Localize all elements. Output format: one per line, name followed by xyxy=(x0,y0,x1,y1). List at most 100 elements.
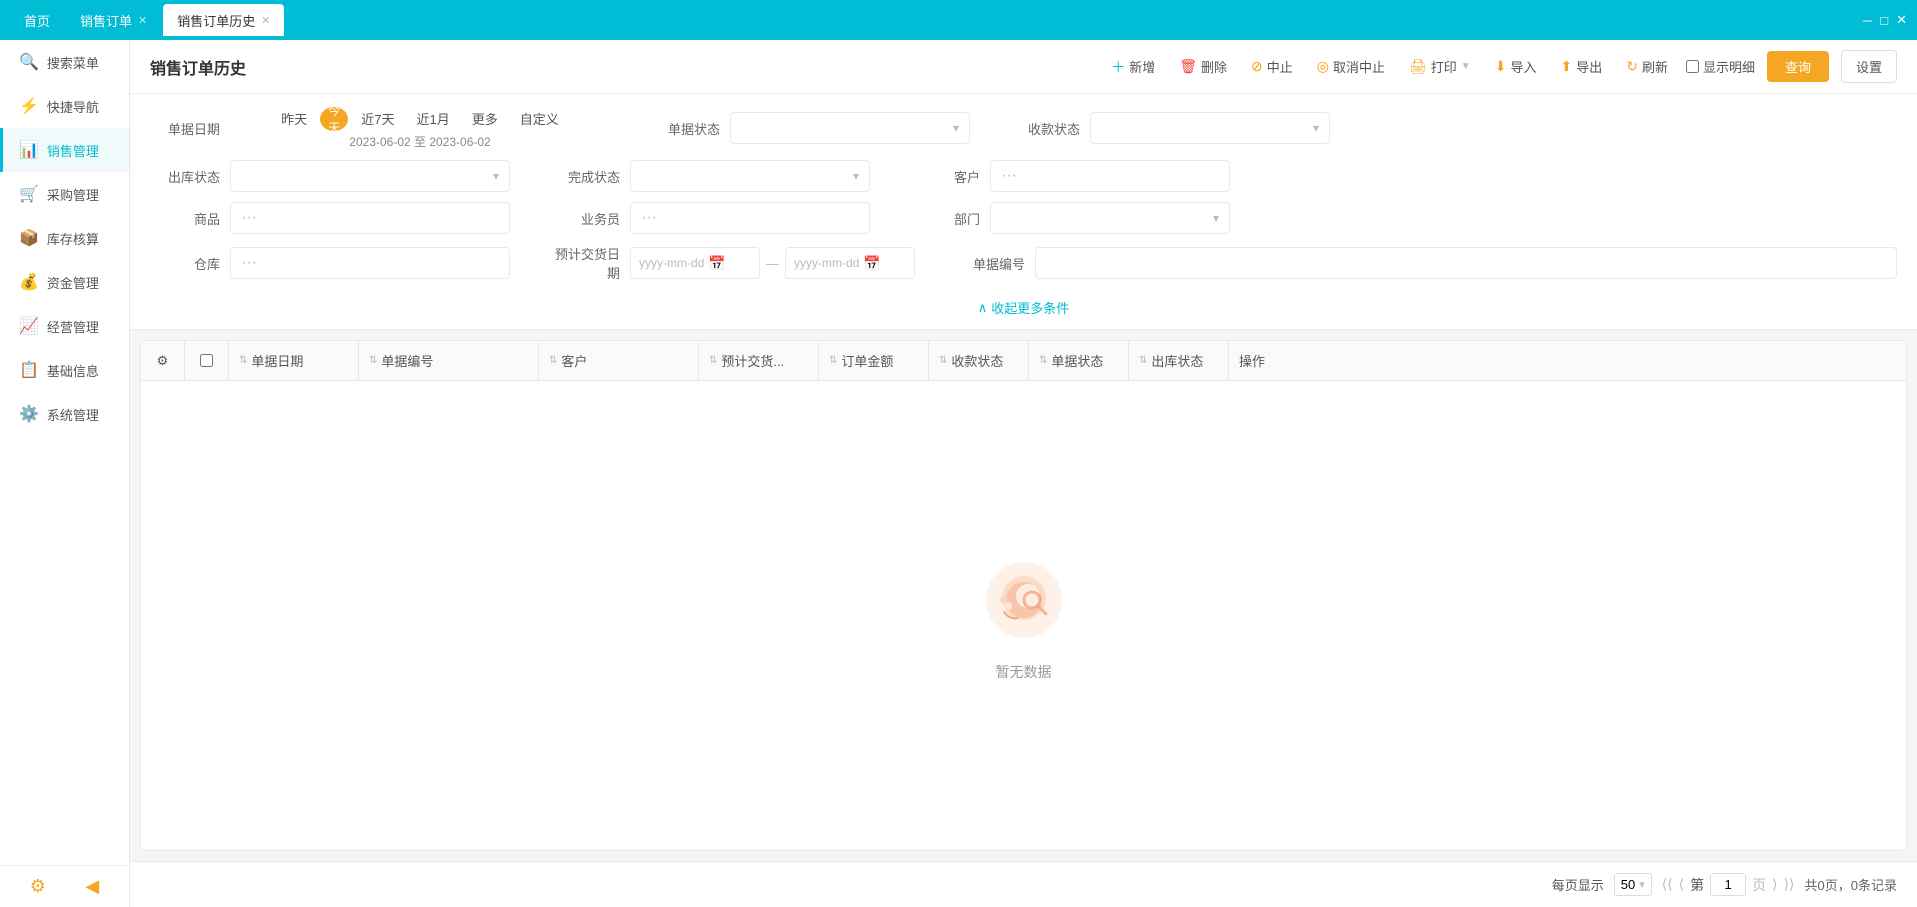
print-button[interactable]: 🖨 打印 ▼ xyxy=(1403,53,1477,80)
th-customer[interactable]: ⇅ 客户 xyxy=(539,341,699,380)
th-order-no-label: 单据编号 xyxy=(381,351,433,370)
search-menu-icon: 🔍 xyxy=(19,52,39,72)
minimize-icon[interactable]: ─ xyxy=(1863,13,1872,28)
sidebar-settings-icon[interactable]: ⚙ xyxy=(30,876,46,897)
cancel-stop-label: 取消中止 xyxy=(1333,57,1385,76)
th-amount[interactable]: ⇅ 订单金额 xyxy=(819,341,929,380)
display-detail-checkbox[interactable] xyxy=(1686,60,1699,73)
date-more[interactable]: 更多 xyxy=(463,106,507,131)
sidebar-item-purchase-mgmt-label: 采购管理 xyxy=(47,185,99,204)
th-payment-status[interactable]: ⇅ 收款状态 xyxy=(929,341,1029,380)
date-last7[interactable]: 近7天 xyxy=(352,106,403,131)
th-action-label: 操作 xyxy=(1239,351,1265,370)
sidebar-item-operations[interactable]: 📈 经营管理 xyxy=(0,304,129,348)
last-page-icon[interactable]: ⟩⟩ xyxy=(1784,876,1795,893)
sidebar-item-sales-mgmt[interactable]: 📊 销售管理 xyxy=(0,128,129,172)
export-icon: ⬆ xyxy=(1560,58,1572,75)
page-size-select[interactable]: 50 ▾ xyxy=(1614,873,1652,896)
warehouse-status-select[interactable]: ▾ xyxy=(230,160,510,192)
new-button[interactable]: ＋ 新增 xyxy=(1105,53,1161,81)
import-icon: ⬇ xyxy=(1495,58,1507,75)
warehouse-status-chevron-icon: ▾ xyxy=(493,169,499,183)
calendar-from-icon: 📅 xyxy=(708,255,725,272)
stop-button[interactable]: ⊘ 中止 xyxy=(1245,53,1299,80)
export-button[interactable]: ⬆ 导出 xyxy=(1554,53,1608,80)
salesperson-input[interactable]: ··· xyxy=(630,202,870,234)
filter-area: 单据日期 昨天 今天 近7天 近1月 更多 自定义 2023-06-02 至 2… xyxy=(130,94,1917,330)
date-custom[interactable]: 自定义 xyxy=(511,106,568,131)
delete-button[interactable]: 🗑 删除 xyxy=(1173,53,1233,80)
sidebar-item-inventory[interactable]: 📦 库存核算 xyxy=(0,216,129,260)
th-date[interactable]: ⇅ 单据日期 xyxy=(229,341,359,380)
sidebar-item-finance[interactable]: 💰 资金管理 xyxy=(0,260,129,304)
tab-sales-order-history[interactable]: 销售订单历史 ✕ xyxy=(163,4,284,36)
cancel-stop-button[interactable]: ◎ 取消中止 xyxy=(1311,53,1391,80)
warehouse-input[interactable]: ··· xyxy=(230,247,510,279)
sidebar-item-quick-nav[interactable]: ⚡ 快捷导航 xyxy=(0,84,129,128)
complete-status-select[interactable]: ▾ xyxy=(630,160,870,192)
customer-input[interactable]: ··· xyxy=(990,160,1230,192)
delivery-date-to[interactable]: yyyy-mm-dd 📅 xyxy=(785,247,915,279)
prev-page-icon[interactable]: ⟨ xyxy=(1679,876,1684,893)
th-warehouse-status[interactable]: ⇅ 出库状态 xyxy=(1129,341,1229,380)
display-detail-checkbox-label[interactable]: 显示明细 xyxy=(1686,57,1755,76)
tab-sales-order[interactable]: 销售订单 ✕ xyxy=(66,4,161,36)
empty-state: 暂无数据 xyxy=(974,550,1074,682)
table-body: 暂无数据 xyxy=(141,381,1906,850)
payment-status-select[interactable]: ▾ xyxy=(1090,112,1330,144)
page-number-input[interactable] xyxy=(1710,873,1746,896)
th-order-no[interactable]: ⇅ 单据编号 xyxy=(359,341,539,380)
tab-sales-order-history-label: 销售订单历史 xyxy=(177,11,255,30)
date-last1m[interactable]: 近1月 xyxy=(407,106,458,131)
empty-illustration xyxy=(974,550,1074,650)
next-page-icon[interactable]: ⟩ xyxy=(1772,876,1777,893)
delivery-date-from[interactable]: yyyy-mm-dd 📅 xyxy=(630,247,760,279)
page-size-label: 每页显示 xyxy=(1552,875,1604,894)
settings-button[interactable]: 设置 xyxy=(1841,50,1897,83)
finance-icon: 💰 xyxy=(19,272,39,292)
date-yesterday[interactable]: 昨天 xyxy=(272,106,316,131)
close-window-icon[interactable]: ✕ xyxy=(1896,12,1907,28)
date-today[interactable]: 今天 xyxy=(320,107,348,131)
refresh-button[interactable]: ↻ 刷新 xyxy=(1620,53,1674,80)
tab-sales-order-history-close[interactable]: ✕ xyxy=(261,14,270,27)
collapse-button[interactable]: ∧ 收起更多条件 xyxy=(150,292,1897,317)
maximize-icon[interactable]: □ xyxy=(1880,13,1888,28)
tab-home[interactable]: 首页 xyxy=(10,4,64,36)
page-total: 共0页，0条记录 xyxy=(1805,875,1897,894)
import-button[interactable]: ⬇ 导入 xyxy=(1489,53,1543,80)
payment-status-chevron-icon: ▾ xyxy=(1313,121,1319,135)
tab-sales-order-close[interactable]: ✕ xyxy=(138,14,147,27)
refresh-label: 刷新 xyxy=(1642,57,1668,76)
th-check[interactable] xyxy=(185,341,229,380)
date-quick-options: 昨天 今天 近7天 近1月 更多 自定义 xyxy=(272,106,568,131)
sidebar-collapse-icon[interactable]: ◀ xyxy=(85,876,99,897)
select-all-checkbox[interactable] xyxy=(200,354,213,367)
goods-input[interactable]: ··· xyxy=(230,202,510,234)
complete-status-label: 完成状态 xyxy=(550,167,630,186)
sidebar-item-search-menu[interactable]: 🔍 搜索菜单 xyxy=(0,40,129,84)
table-area: ⚙ ⇅ 单据日期 ⇅ 单据编号 ⇅ 客户 ⇅ xyxy=(140,340,1907,851)
first-page-icon[interactable]: ⟨⟨ xyxy=(1662,876,1673,893)
th-warehouse-status-sort-icon: ⇅ xyxy=(1139,355,1147,366)
th-delivery[interactable]: ⇅ 预计交货... xyxy=(699,341,819,380)
new-label: 新增 xyxy=(1129,57,1155,76)
toolbar: ＋ 新增 🗑 删除 ⊘ 中止 ◎ 取消中止 🖨 打印 xyxy=(1105,50,1897,83)
th-order-status[interactable]: ⇅ 单据状态 xyxy=(1029,341,1129,380)
sidebar-item-sys-mgmt[interactable]: ⚙️ 系统管理 xyxy=(0,392,129,436)
sidebar-item-basic-info[interactable]: 📋 基础信息 xyxy=(0,348,129,392)
th-delivery-sort-icon: ⇅ xyxy=(709,355,717,366)
sidebar-item-purchase-mgmt[interactable]: 🛒 采购管理 xyxy=(0,172,129,216)
order-status-select[interactable]: ▾ xyxy=(730,112,970,144)
order-no-input[interactable] xyxy=(1035,247,1897,279)
th-amount-label: 订单金额 xyxy=(841,351,893,370)
query-button[interactable]: 查询 xyxy=(1767,51,1829,82)
table-settings-icon[interactable]: ⚙ xyxy=(157,353,169,369)
department-select[interactable]: ▾ xyxy=(990,202,1230,234)
refresh-icon: ↻ xyxy=(1626,58,1638,75)
calendar-to-icon: 📅 xyxy=(863,255,880,272)
th-customer-sort-icon: ⇅ xyxy=(549,355,557,366)
th-settings[interactable]: ⚙ xyxy=(141,341,185,380)
delete-label: 删除 xyxy=(1201,57,1227,76)
filter-row-4: 仓库 ··· 预计交货日期 yyyy-mm-dd 📅 — yyyy-mm-dd … xyxy=(150,244,1897,282)
